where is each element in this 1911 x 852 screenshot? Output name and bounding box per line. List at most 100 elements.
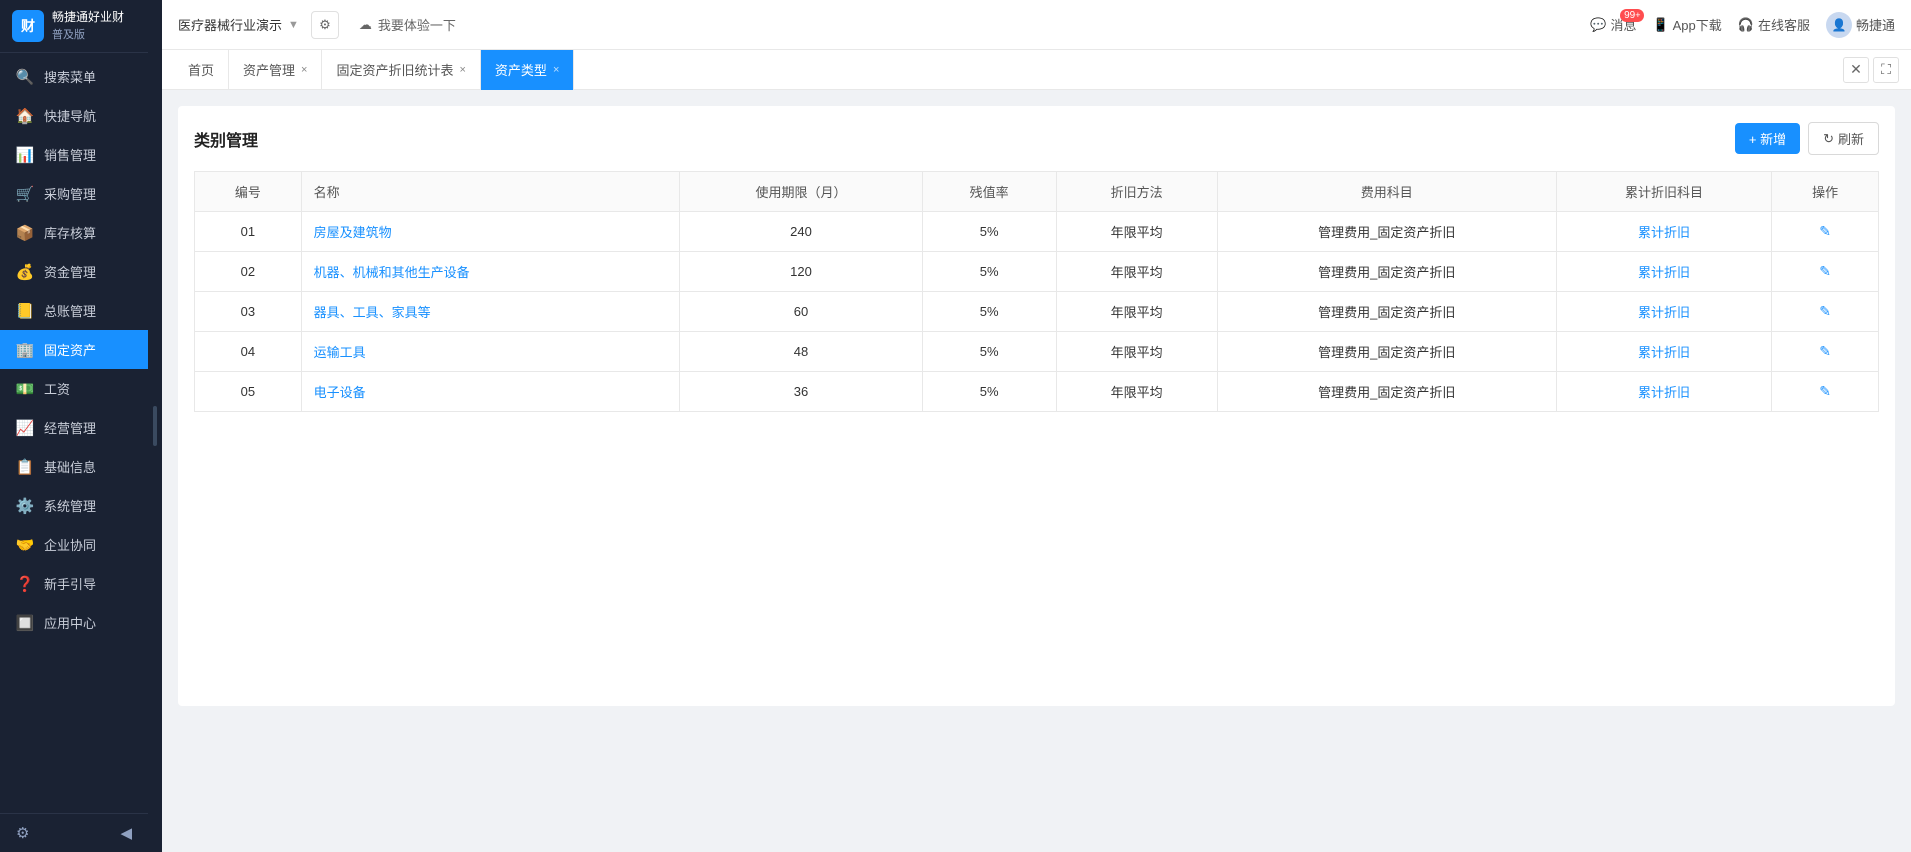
cart-icon: 🛒 bbox=[16, 185, 34, 203]
sidebar-item-sales[interactable]: 📊 销售管理 bbox=[0, 135, 148, 174]
sidebar-item-finance[interactable]: 💰 资金管理 bbox=[0, 252, 148, 291]
cell-accumulated[interactable]: 累计折旧 bbox=[1556, 252, 1771, 292]
cell-edit[interactable]: ✎ bbox=[1772, 332, 1879, 372]
edit-icon[interactable]: ✎ bbox=[1819, 263, 1831, 279]
sidebar-item-guide[interactable]: ❓ 新手引导 bbox=[0, 564, 148, 603]
sidebar-item-ledger[interactable]: 📒 总账管理 bbox=[0, 291, 148, 330]
cell-accumulated[interactable]: 累计折旧 bbox=[1556, 332, 1771, 372]
username-label: 畅捷通 bbox=[1856, 15, 1895, 34]
sidebar-item-purchase[interactable]: 🛒 采购管理 bbox=[0, 174, 148, 213]
cell-accumulated[interactable]: 累计折旧 bbox=[1556, 372, 1771, 412]
cell-period: 60 bbox=[680, 292, 923, 332]
sidebar-scrollbar[interactable] bbox=[148, 0, 162, 852]
collapse-icon[interactable]: ◀ bbox=[120, 824, 132, 842]
tab-home-label: 首页 bbox=[188, 60, 214, 79]
refresh-button[interactable]: ↻ 刷新 bbox=[1808, 122, 1879, 155]
sidebar-footer: ⚙ ◀ bbox=[0, 813, 148, 852]
cell-name[interactable]: 机器、机械和其他生产设备 bbox=[301, 252, 680, 292]
sidebar-item-fixed-assets[interactable]: 🏢 固定资产 bbox=[0, 330, 148, 369]
chart-icon: 📊 bbox=[16, 146, 34, 164]
cell-edit[interactable]: ✎ bbox=[1772, 292, 1879, 332]
cloud-icon: ☁ bbox=[359, 17, 372, 33]
tab-depreciation-table[interactable]: 固定资产折旧统计表 × bbox=[322, 50, 480, 90]
sidebar-item-quick-nav[interactable]: 🏠 快捷导航 bbox=[0, 96, 148, 135]
cell-expense: 管理费用_固定资产折旧 bbox=[1217, 372, 1556, 412]
cell-name[interactable]: 运输工具 bbox=[301, 332, 680, 372]
sidebar-item-payroll[interactable]: 💵 工资 bbox=[0, 369, 148, 408]
app-edition: 普及版 bbox=[52, 26, 124, 42]
cell-name[interactable]: 器具、工具、家具等 bbox=[301, 292, 680, 332]
online-service-button[interactable]: 🎧 在线客服 bbox=[1738, 15, 1810, 34]
experience-button[interactable]: ☁ 我要体验一下 bbox=[359, 15, 456, 34]
edit-icon[interactable]: ✎ bbox=[1819, 223, 1831, 239]
cell-id: 02 bbox=[195, 252, 302, 292]
module-selector[interactable]: 医疗器械行业演示 ▼ bbox=[178, 15, 299, 34]
cell-edit[interactable]: ✎ bbox=[1772, 372, 1879, 412]
book-icon: 📒 bbox=[16, 302, 34, 320]
settings-footer-icon[interactable]: ⚙ bbox=[16, 824, 29, 842]
app-logo: 财 bbox=[12, 10, 44, 42]
cell-residual: 5% bbox=[922, 212, 1056, 252]
cell-method: 年限平均 bbox=[1056, 332, 1217, 372]
tab-asset-type-close[interactable]: × bbox=[553, 64, 559, 76]
cell-accumulated[interactable]: 累计折旧 bbox=[1556, 292, 1771, 332]
settings-button[interactable]: ⚙ bbox=[311, 11, 339, 39]
cell-method: 年限平均 bbox=[1056, 252, 1217, 292]
app-download-label: App下载 bbox=[1673, 15, 1722, 34]
cell-edit[interactable]: ✎ bbox=[1772, 212, 1879, 252]
tab-asset-management[interactable]: 资产管理 × bbox=[229, 50, 322, 90]
app-download-button[interactable]: 📱 App下载 bbox=[1652, 15, 1721, 34]
cell-period: 36 bbox=[680, 372, 923, 412]
main-area: 医疗器械行业演示 ▼ ⚙ ☁ 我要体验一下 💬 消息 99+ 📱 App下载 🎧… bbox=[162, 0, 1911, 852]
messages-button[interactable]: 💬 消息 99+ bbox=[1590, 15, 1636, 34]
cell-accumulated[interactable]: 累计折旧 bbox=[1556, 212, 1771, 252]
sidebar-item-label: 工资 bbox=[44, 379, 70, 398]
mobile-icon: 📱 bbox=[1652, 17, 1668, 33]
edit-icon[interactable]: ✎ bbox=[1819, 383, 1831, 399]
sidebar-item-label: 基础信息 bbox=[44, 457, 96, 476]
sidebar-item-enterprise[interactable]: 🤝 企业协同 bbox=[0, 525, 148, 564]
sidebar-item-basic-info[interactable]: 📋 基础信息 bbox=[0, 447, 148, 486]
sidebar-header: 财 畅捷通好业财 普及版 bbox=[0, 0, 148, 53]
cell-method: 年限平均 bbox=[1056, 212, 1217, 252]
cell-name[interactable]: 房屋及建筑物 bbox=[301, 212, 680, 252]
close-window-button[interactable]: ✕ bbox=[1843, 57, 1869, 83]
cell-name[interactable]: 电子设备 bbox=[301, 372, 680, 412]
table-row: 04 运输工具 48 5% 年限平均 管理费用_固定资产折旧 累计折旧 ✎ bbox=[195, 332, 1879, 372]
sidebar-item-search[interactable]: 🔍 搜索菜单 bbox=[0, 57, 148, 96]
col-name: 名称 bbox=[301, 172, 680, 212]
cell-id: 03 bbox=[195, 292, 302, 332]
sidebar-item-inventory[interactable]: 📦 库存核算 bbox=[0, 213, 148, 252]
sidebar-item-operations[interactable]: 📈 经营管理 bbox=[0, 408, 148, 447]
settings-icon: ⚙ bbox=[319, 17, 331, 33]
table-row: 03 器具、工具、家具等 60 5% 年限平均 管理费用_固定资产折旧 累计折旧… bbox=[195, 292, 1879, 332]
tab-depreciation-table-close[interactable]: × bbox=[459, 64, 465, 76]
cell-period: 120 bbox=[680, 252, 923, 292]
table-header-row: 编号 名称 使用期限（月） 残值率 折旧方法 费用科目 累计折旧科目 操作 bbox=[195, 172, 1879, 212]
tab-asset-type-label: 资产类型 bbox=[495, 60, 547, 79]
user-menu[interactable]: 👤 畅捷通 bbox=[1826, 12, 1895, 38]
home-icon: 🏠 bbox=[16, 107, 34, 125]
tab-asset-type[interactable]: 资产类型 × bbox=[481, 50, 574, 90]
edit-icon[interactable]: ✎ bbox=[1819, 343, 1831, 359]
sidebar-item-label: 搜索菜单 bbox=[44, 67, 96, 86]
maximize-button[interactable]: ⛶ bbox=[1873, 57, 1899, 83]
sidebar-item-label: 固定资产 bbox=[44, 340, 96, 359]
content-header: 类别管理 + 新增 ↻ 刷新 bbox=[194, 122, 1879, 155]
edit-icon[interactable]: ✎ bbox=[1819, 303, 1831, 319]
cell-expense: 管理费用_固定资产折旧 bbox=[1217, 252, 1556, 292]
sidebar-item-app-center[interactable]: 🔲 应用中心 bbox=[0, 603, 148, 642]
tab-depreciation-table-label: 固定资产折旧统计表 bbox=[336, 60, 453, 79]
module-name: 医疗器械行业演示 bbox=[178, 15, 282, 34]
tab-home[interactable]: 首页 bbox=[174, 50, 229, 90]
tab-asset-management-close[interactable]: × bbox=[301, 64, 307, 76]
search-icon: 🔍 bbox=[16, 68, 34, 86]
tab-asset-management-label: 资产管理 bbox=[243, 60, 295, 79]
new-button[interactable]: + 新增 bbox=[1735, 123, 1800, 154]
sidebar-item-label: 采购管理 bbox=[44, 184, 96, 203]
building-icon: 🏢 bbox=[16, 341, 34, 359]
cell-edit[interactable]: ✎ bbox=[1772, 252, 1879, 292]
cell-period: 240 bbox=[680, 212, 923, 252]
sidebar-item-system[interactable]: ⚙️ 系统管理 bbox=[0, 486, 148, 525]
question-icon: ❓ bbox=[16, 575, 34, 593]
